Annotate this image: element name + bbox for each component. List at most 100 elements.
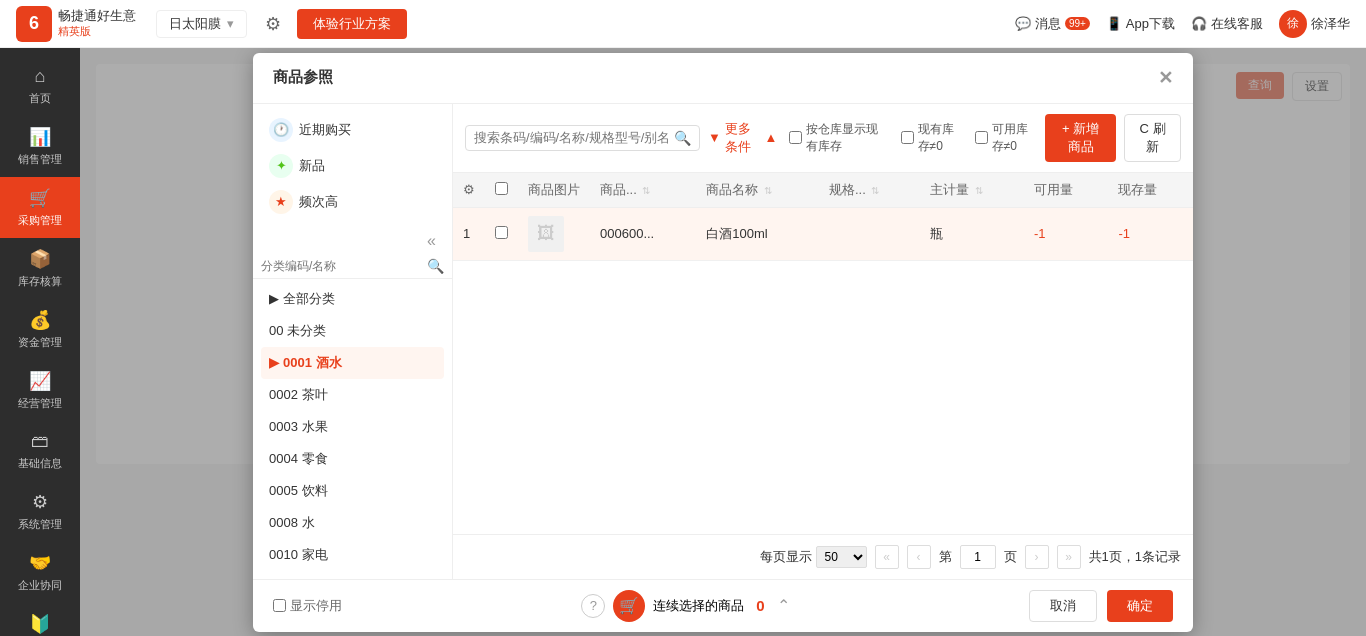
product-search-icon[interactable]: 🔍 [674, 130, 691, 146]
cat-item-0008[interactable]: 0008 水 [261, 507, 444, 539]
all-label: ▶ [269, 291, 279, 306]
sidebar-item-operations[interactable]: 📈 经营管理 [0, 360, 80, 421]
check-stock-nonzero-text: 现有库存≠0 [918, 121, 963, 155]
finance-icon: 💰 [29, 309, 51, 331]
page-label: 第 [939, 548, 952, 566]
sort-spec-icon[interactable]: ⇅ [871, 185, 879, 196]
refresh-button[interactable]: C 刷新 [1124, 114, 1181, 162]
cat-item-0001[interactable]: ▶ 0001 酒水 [261, 347, 444, 379]
row-checkbox [485, 207, 518, 260]
cancel-button[interactable]: 取消 [1029, 590, 1097, 622]
sidebar-item-home[interactable]: ⌂ 首页 [0, 56, 80, 116]
product-search-input[interactable] [474, 130, 674, 145]
check-stock-nonzero-input[interactable] [901, 131, 914, 144]
cat-item-0005[interactable]: 0005 饮料 [261, 475, 444, 507]
message-button[interactable]: 💬 消息 99+ [1015, 15, 1090, 33]
sidebar-item-purchase[interactable]: 🛒 采购管理 [0, 177, 80, 238]
row-code: 000600... [590, 207, 696, 260]
cat-item-0002[interactable]: 0002 茶叶 [261, 379, 444, 411]
check-available-nonzero-input[interactable] [975, 131, 988, 144]
modal-footer: 显示停用 ? 🛒 连续选择的商品 0 ⌃ 取消 确定 [253, 579, 1193, 632]
add-product-button[interactable]: + 新增商品 [1045, 114, 1116, 162]
select-all-checkbox[interactable] [495, 182, 508, 195]
modal-close-button[interactable]: ✕ [1158, 67, 1173, 89]
cat-item-all[interactable]: ▶ 全部分类 [261, 283, 444, 315]
quick-items: 🕐 近期购买 ✦ 新品 ★ 频次高 [253, 112, 452, 220]
settings-gear-icon[interactable]: ⚙ [463, 182, 475, 197]
check-stock-nonzero-label[interactable]: 现有库存≠0 [901, 121, 963, 155]
product-toolbar: 🔍 ▼ 更多条件 ▲ 按仓库显示现有库存 [453, 104, 1193, 173]
check-warehouse-input[interactable] [789, 131, 802, 144]
online-service-label: 在线客服 [1211, 15, 1263, 33]
page-prev-button[interactable]: ‹ [907, 545, 931, 569]
show-disabled-checkbox[interactable] [273, 599, 286, 612]
filter-up-icon: ▲ [765, 130, 778, 145]
page-number-input[interactable] [960, 545, 996, 569]
row-no: 1 [453, 207, 485, 260]
toolbar-right-buttons: + 新增商品 C 刷新 [1045, 114, 1181, 162]
row-unit: 瓶 [920, 207, 1024, 260]
page-first-button[interactable]: « [875, 545, 899, 569]
category-search-input[interactable] [261, 259, 427, 273]
all-category-label: 全部分类 [283, 290, 335, 308]
sidebar-item-inventory[interactable]: 📦 库存核算 [0, 238, 80, 299]
page-size-wrap: 每页显示 50 100 [760, 546, 867, 568]
quick-item-new[interactable]: ✦ 新品 [261, 148, 444, 184]
cart-up-icon[interactable]: ⌃ [777, 596, 790, 615]
sidebar-label-home: 首页 [29, 91, 51, 106]
sidebar-label-purchase: 采购管理 [18, 213, 62, 228]
filter-icon: ▼ [708, 130, 721, 145]
filter-button[interactable]: ▼ 更多条件 ▲ [708, 120, 777, 156]
trial-button[interactable]: 体验行业方案 [297, 9, 407, 39]
help-icon[interactable]: ? [581, 594, 605, 618]
th-stock: 现存量 [1108, 173, 1193, 208]
cat-item-0010[interactable]: 0010 家电 [261, 539, 444, 571]
app-download-button[interactable]: 📱 App下载 [1106, 15, 1175, 33]
category-search-icon[interactable]: 🔍 [427, 258, 444, 274]
sort-name-icon[interactable]: ⇅ [764, 185, 772, 196]
cat-item-00[interactable]: 00 未分类 [261, 315, 444, 347]
collapse-button[interactable]: « [419, 228, 444, 254]
sidebar-label-system: 系统管理 [18, 517, 62, 532]
sidebar-item-basic-info[interactable]: 🗃 基础信息 [0, 421, 80, 481]
quick-item-recent[interactable]: 🕐 近期购买 [261, 112, 444, 148]
sidebar-item-finance[interactable]: 💰 资金管理 [0, 299, 80, 360]
check-warehouse-label[interactable]: 按仓库显示现有库存 [789, 121, 888, 155]
page-last-button[interactable]: » [1057, 545, 1081, 569]
message-icon: 💬 [1015, 16, 1031, 31]
cat-item-0004[interactable]: 0004 零食 [261, 443, 444, 475]
show-disabled-label[interactable]: 显示停用 [273, 597, 342, 615]
confirm-button[interactable]: 确定 [1107, 590, 1173, 622]
sidebar-label-sales: 销售管理 [18, 152, 62, 167]
sidebar-item-system[interactable]: ⚙ 系统管理 [0, 481, 80, 542]
sales-icon: 📊 [29, 126, 51, 148]
table-row[interactable]: 1 🖼 000600... 白酒100ml [453, 207, 1193, 260]
cart-icon[interactable]: 🛒 [613, 590, 645, 622]
product-content-panel: 🔍 ▼ 更多条件 ▲ 按仓库显示现有库存 [453, 104, 1193, 579]
sort-code-icon[interactable]: ⇅ [642, 185, 650, 196]
per-page-select[interactable]: 50 100 [816, 546, 867, 568]
page-next-button[interactable]: › [1025, 545, 1049, 569]
cat-item-0003-label: 0003 水果 [269, 418, 328, 436]
username-label: 徐泽华 [1311, 15, 1350, 33]
product-table-wrap: ⚙ 商品图片 商品... ⇅ [453, 173, 1193, 534]
modal-header: 商品参照 ✕ [253, 53, 1193, 104]
cat-item-0003[interactable]: 0003 水果 [261, 411, 444, 443]
settings-icon[interactable]: ⚙ [257, 8, 289, 40]
sidebar-item-sales[interactable]: 📊 销售管理 [0, 116, 80, 177]
quick-item-frequent[interactable]: ★ 频次高 [261, 184, 444, 220]
guide-icon: 🔰 [29, 613, 51, 635]
check-available-nonzero-label[interactable]: 可用库存≠0 [975, 121, 1037, 155]
row-name: 白酒100ml [696, 207, 819, 260]
pagination: 每页显示 50 100 « ‹ 第 页 › [453, 534, 1193, 579]
sidebar-item-enterprise[interactable]: 🤝 企业协同 [0, 542, 80, 603]
online-service-button[interactable]: 🎧 在线客服 [1191, 15, 1263, 33]
sidebar-label-inventory: 库存核算 [18, 274, 62, 289]
product-reference-modal: 商品参照 ✕ 🕐 近期购买 ✦ 新 [253, 53, 1193, 632]
sort-unit-icon[interactable]: ⇅ [975, 185, 983, 196]
sidebar-item-guide[interactable]: 🔰 新手引导 [0, 603, 80, 636]
user-button[interactable]: 徐 徐泽华 [1279, 10, 1350, 38]
row-select-checkbox[interactable] [495, 226, 508, 239]
store-selector[interactable]: 日太阳膜 ▾ [156, 10, 247, 38]
store-name: 日太阳膜 [169, 15, 221, 33]
